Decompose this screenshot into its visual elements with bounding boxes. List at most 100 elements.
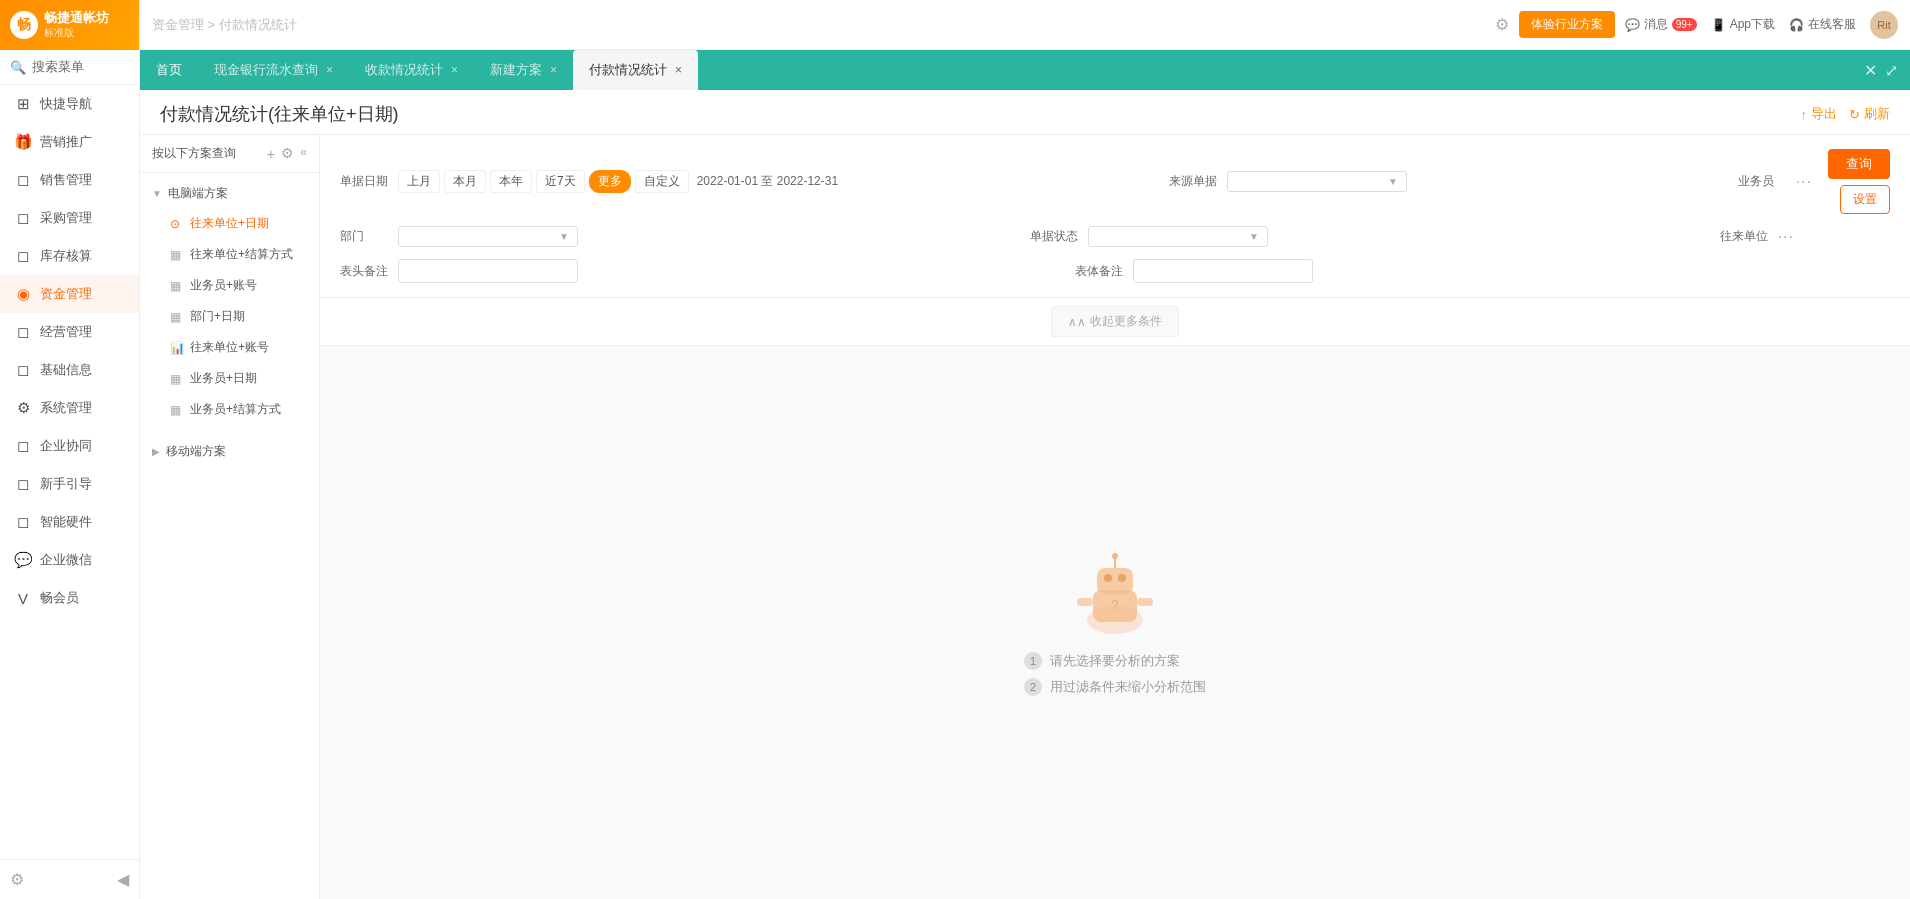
scheme-icon-1: ▦ — [170, 279, 184, 293]
search-icon: 🔍 — [10, 60, 26, 75]
finance-icon: ◉ — [14, 285, 32, 303]
scheme-icon-2: ▦ — [170, 310, 184, 324]
desktop-group-title[interactable]: ▼ 电脑端方案 — [140, 179, 319, 208]
sidebar-item-guide[interactable]: ◻ 新手引导 — [0, 465, 139, 503]
sidebar-item-cooperation[interactable]: ◻ 企业协同 — [0, 427, 139, 465]
header-note-input[interactable] — [398, 259, 578, 283]
sidebar-item-finance[interactable]: ◉ 资金管理 — [0, 275, 139, 313]
body-note-input[interactable] — [1133, 259, 1313, 283]
tab-receipt-stats[interactable]: 收款情况统计 × — [349, 50, 474, 90]
last-7days-btn[interactable]: 近7天 — [536, 170, 585, 193]
quick-nav-icon: ⊞ — [14, 95, 32, 113]
sidebar-item-quick-nav[interactable]: ⊞ 快捷导航 — [0, 85, 139, 123]
inventory-icon: ◻ — [14, 247, 32, 265]
svg-point-6 — [1112, 553, 1118, 559]
refresh-btn[interactable]: ↻ 刷新 — [1849, 105, 1890, 123]
logo-text: 畅捷通帐坊 标准版 — [44, 10, 109, 40]
sidebar-item-system[interactable]: ⚙ 系统管理 — [0, 389, 139, 427]
tabbar-window-btns: ✕ ⤢ — [1852, 61, 1910, 80]
maximize-icon[interactable]: ⤢ — [1885, 61, 1898, 80]
empty-tip-2: 2 用过滤条件来缩小分析范围 — [1024, 678, 1206, 696]
date-buttons: 上月 本月 本年 近7天 更多 自定义 — [398, 170, 689, 193]
voucher-status-label: 单据状态 — [1030, 228, 1080, 245]
more-btn[interactable]: 更多 — [589, 170, 631, 193]
svg-rect-8 — [1137, 598, 1153, 606]
svg-rect-7 — [1077, 598, 1093, 606]
service-btn[interactable]: 🎧 在线客服 — [1789, 16, 1856, 33]
tabbar: 首页 现金银行流水查询 × 收款情况统计 × 新建方案 × 付款情况统计 × ✕… — [140, 50, 1910, 90]
header-note-label: 表头备注 — [340, 263, 390, 280]
filter-right-actions: 查询 设置 — [1828, 149, 1890, 214]
sidebar-item-member[interactable]: V 畅会员 — [0, 579, 139, 617]
sidebar-item-purchase[interactable]: ◻ 采购管理 — [0, 199, 139, 237]
tab-payment-stats[interactable]: 付款情况统计 × — [573, 50, 698, 90]
tab-bank-flow[interactable]: 现金银行流水查询 × — [198, 50, 349, 90]
filter-settings-btn[interactable]: 设置 — [1840, 185, 1890, 214]
sales-icon: ◻ — [14, 171, 32, 189]
scheme-item-dept-date[interactable]: ▦ 部门+日期 — [140, 301, 319, 332]
message-btn[interactable]: 💬 消息 99+ — [1625, 16, 1697, 33]
mobile-scheme-group: ▶ 移动端方案 — [140, 431, 319, 472]
sidebar-item-sales[interactable]: ◻ 销售管理 — [0, 161, 139, 199]
member-icon: V — [14, 589, 32, 607]
custom-btn[interactable]: 自定义 — [635, 170, 689, 193]
app-icon: 📱 — [1711, 18, 1726, 32]
cooperation-icon: ◻ — [14, 437, 32, 455]
body-note-group: 表体备注 — [1075, 259, 1313, 283]
tab-close-bank-flow[interactable]: × — [326, 63, 333, 77]
this-year-btn[interactable]: 本年 — [490, 170, 532, 193]
scheme-item-staff-account[interactable]: ▦ 业务员+账号 — [140, 270, 319, 301]
sidebar-header: 畅 畅捷通帐坊 标准版 — [0, 0, 139, 50]
empty-state: ? 1 请先选择要分析的方案 2 用过滤条件来缩小分析范围 — [1024, 550, 1206, 696]
left-panel-actions: + ⚙ « — [267, 145, 307, 162]
dept-select[interactable]: ▼ — [398, 226, 578, 247]
last-month-btn[interactable]: 上月 — [398, 170, 440, 193]
filter-row-2: 部门 ▼ 单据状态 ▼ — [340, 226, 1890, 247]
query-btn[interactable]: 查询 — [1828, 149, 1890, 179]
logo-icon: 畅 — [10, 11, 38, 39]
topbar-settings-icon[interactable]: ⚙ — [1495, 15, 1509, 34]
scheme-item-unit-account[interactable]: 📊 往来单位+账号 — [140, 332, 319, 363]
scheme-settings-btn[interactable]: ⚙ — [281, 145, 294, 162]
staff-input[interactable]: ··· — [1796, 173, 1812, 191]
body-note-label: 表体备注 — [1075, 263, 1125, 280]
svg-point-4 — [1118, 574, 1126, 582]
tab-new-plan[interactable]: 新建方案 × — [474, 50, 573, 90]
add-scheme-btn[interactable]: + — [267, 145, 276, 162]
mobile-group-title[interactable]: ▶ 移动端方案 — [140, 437, 319, 466]
system-icon: ⚙ — [14, 399, 32, 417]
scheme-item-unit-settle[interactable]: ▦ 往来单位+结算方式 — [140, 239, 319, 270]
source-filter-group: 来源单据 ▼ — [1169, 171, 1407, 192]
sidebar-item-operation[interactable]: ◻ 经营管理 — [0, 313, 139, 351]
collapse-panel-btn[interactable]: « — [300, 145, 307, 162]
staff-label: 业务员 — [1738, 173, 1788, 190]
sidebar-item-wechat[interactable]: 💬 企业微信 — [0, 541, 139, 579]
scheme-item-staff-date[interactable]: ▦ 业务员+日期 — [140, 363, 319, 394]
scheme-item-unit-date[interactable]: ⊙ 往来单位+日期 — [140, 208, 319, 239]
source-select[interactable]: ▼ — [1227, 171, 1407, 192]
voucher-status-select[interactable]: ▼ — [1088, 226, 1268, 247]
tab-close-new-plan[interactable]: × — [550, 63, 557, 77]
tip-num-1: 1 — [1024, 652, 1042, 670]
message-badge: 99+ — [1672, 18, 1697, 31]
sidebar-item-inventory[interactable]: ◻ 库存核算 — [0, 237, 139, 275]
sidebar-item-marketing[interactable]: 🎁 营销推广 — [0, 123, 139, 161]
sidebar-settings-btn[interactable]: ⚙ — [10, 870, 24, 889]
app-download-btn[interactable]: 📱 App下载 — [1711, 16, 1775, 33]
search-menu[interactable]: 🔍 搜索菜单 — [0, 50, 139, 85]
tab-home[interactable]: 首页 — [140, 50, 198, 90]
scheme-item-staff-settle[interactable]: ▦ 业务员+结算方式 — [140, 394, 319, 425]
tab-close-receipt-stats[interactable]: × — [451, 63, 458, 77]
sidebar-item-hardware[interactable]: ◻ 智能硬件 — [0, 503, 139, 541]
trial-btn[interactable]: 体验行业方案 — [1519, 11, 1615, 38]
this-month-btn[interactable]: 本月 — [444, 170, 486, 193]
sidebar-item-basic-info[interactable]: ◻ 基础信息 — [0, 351, 139, 389]
tab-close-payment-stats[interactable]: × — [675, 63, 682, 77]
user-avatar[interactable]: Rit — [1870, 11, 1898, 39]
export-btn[interactable]: ↑ 导出 — [1801, 105, 1838, 123]
related-unit-input[interactable]: ··· — [1778, 228, 1794, 246]
close-window-icon[interactable]: ✕ — [1864, 61, 1877, 80]
collapse-conditions-btn[interactable]: ∧∧ 收起更多条件 — [1051, 306, 1179, 337]
service-icon: 🎧 — [1789, 18, 1804, 32]
sidebar-collapse-btn[interactable]: ◀ — [117, 870, 129, 889]
